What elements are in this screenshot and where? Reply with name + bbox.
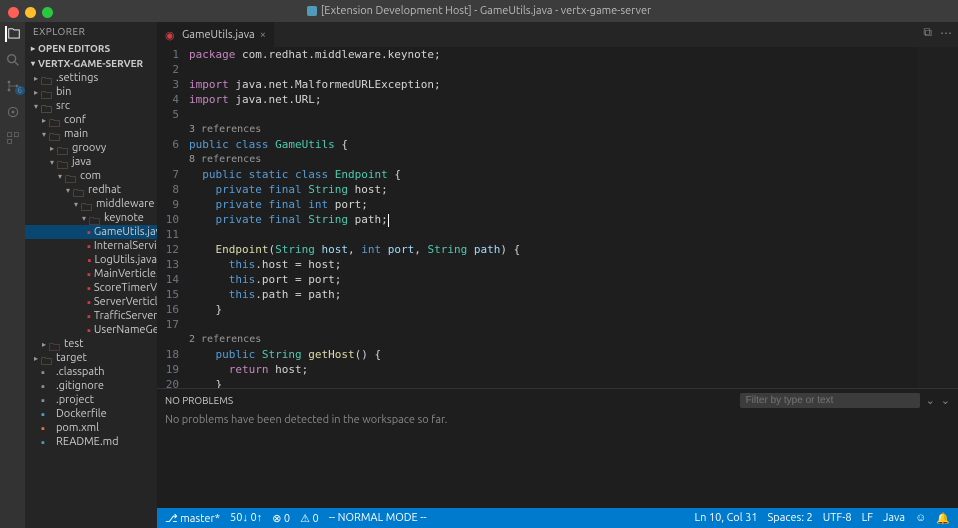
folder-redhat[interactable]: ▾🗀redhat (25, 183, 157, 197)
file-pom.xml[interactable]: ▪pom.xml (25, 421, 157, 435)
folder-test[interactable]: ▸🗀test (25, 337, 157, 351)
search-icon[interactable] (5, 52, 21, 68)
folder-src[interactable]: ▾🗀src (25, 99, 157, 113)
folder-.settings[interactable]: ▸🗀.settings (25, 71, 157, 85)
problems-panel: NO PROBLEMS ⌄ ⌄ No problems have been de… (157, 388, 958, 508)
sidebar-title: EXPLORER (25, 22, 157, 41)
activity-bar: 6 (0, 22, 25, 528)
status-warnings[interactable]: ⚠ 0 (300, 512, 319, 525)
java-file-icon: ◉ (165, 29, 177, 41)
status-bell-icon[interactable]: 🔔 (936, 512, 950, 525)
window-close[interactable] (8, 7, 19, 18)
scm-icon[interactable]: 6 (5, 78, 21, 94)
tab-gameutils[interactable]: ◉ GameUtils.java × (157, 22, 275, 47)
folder-com[interactable]: ▾🗀com (25, 169, 157, 183)
file-ScoreTimerVerticl...[interactable]: ▪ScoreTimerVerticl... (25, 281, 157, 295)
open-editors-section[interactable]: OPEN EDITORS (25, 41, 157, 56)
window-title: [Extension Development Host] - GameUtils… (321, 5, 651, 17)
collapse-icon[interactable]: ⌄ (926, 394, 935, 407)
folder-conf[interactable]: ▸🗀conf (25, 113, 157, 127)
file-InternalServiceVert...[interactable]: ▪InternalServiceVert... (25, 239, 157, 253)
tab-close-icon[interactable]: × (260, 29, 266, 41)
status-encoding[interactable]: UTF-8 (823, 512, 852, 524)
minimap[interactable] (918, 47, 958, 388)
file-TrafficServerVerti...[interactable]: ▪TrafficServerVerti... (25, 309, 157, 323)
file-ServerVerticle.java[interactable]: ▪ServerVerticle.java (25, 295, 157, 309)
file-MainVerticle.java[interactable]: ▪MainVerticle.java (25, 267, 157, 281)
split-editor-icon[interactable]: ⧉ (923, 26, 932, 40)
status-errors[interactable]: ⊗ 0 (272, 512, 290, 525)
project-section[interactable]: VERTX-GAME-SERVER (25, 56, 157, 71)
file-.classpath[interactable]: ▪.classpath (25, 365, 157, 379)
code-area[interactable]: package com.redhat.middleware.keynote;im… (185, 47, 958, 388)
status-spaces[interactable]: Spaces: 2 (768, 512, 813, 524)
status-eol[interactable]: LF (862, 512, 873, 524)
folder-groovy[interactable]: ▸🗀groovy (25, 141, 157, 155)
sidebar: EXPLORER OPEN EDITORS VERTX-GAME-SERVER … (25, 22, 157, 528)
problems-body: No problems have been detected in the wo… (165, 414, 950, 426)
status-sync[interactable]: 50↓ 0↑ (230, 512, 262, 524)
tab-label: GameUtils.java (182, 29, 255, 41)
folder-bin[interactable]: ▸🗀bin (25, 85, 157, 99)
status-language[interactable]: Java (883, 512, 905, 524)
editor-tabs: ◉ GameUtils.java × ⧉ ⋯ (157, 22, 958, 47)
file-Dockerfile[interactable]: ▪Dockerfile (25, 407, 157, 421)
folder-keynote[interactable]: ▾🗀keynote (25, 211, 157, 225)
file-README.md[interactable]: ▪README.md (25, 435, 157, 449)
window-minimize[interactable] (25, 7, 36, 18)
statusbar: ⎇ master* 50↓ 0↑ ⊗ 0 ⚠ 0 -- NORMAL MODE … (157, 508, 958, 528)
status-branch[interactable]: ⎇ master* (165, 512, 220, 525)
folder-middleware[interactable]: ▾🗀middleware (25, 197, 157, 211)
file-.project[interactable]: ▪.project (25, 393, 157, 407)
close-panel-icon[interactable]: ⌄ (941, 394, 950, 407)
problems-title: NO PROBLEMS (165, 395, 233, 406)
extensions-icon[interactable] (5, 130, 21, 146)
editor-body[interactable]: 1234567891011121314151617181920212223242… (157, 47, 958, 388)
folder-java[interactable]: ▾🗀java (25, 155, 157, 169)
folder-target[interactable]: ▸🗀target (25, 351, 157, 365)
status-mode: -- NORMAL MODE -- (329, 512, 427, 524)
problems-filter-input[interactable] (740, 393, 920, 408)
scm-badge: 6 (15, 86, 26, 95)
file-GameUtils.java[interactable]: ▪GameUtils.java (25, 225, 157, 239)
more-actions-icon[interactable]: ⋯ (940, 26, 952, 40)
status-position[interactable]: Ln 10, Col 31 (695, 512, 758, 524)
line-gutter: 1234567891011121314151617181920212223242… (157, 47, 185, 388)
title-file-icon (307, 6, 317, 16)
folder-main[interactable]: ▾🗀main (25, 127, 157, 141)
file-tree: ▸🗀.settings▸🗀bin▾🗀src▸🗀conf▾🗀main▸🗀groov… (25, 71, 157, 449)
debug-icon[interactable] (5, 104, 21, 120)
explorer-icon[interactable] (5, 26, 21, 42)
status-feedback[interactable]: ☺ (915, 512, 926, 524)
file-.gitignore[interactable]: ▪.gitignore (25, 379, 157, 393)
titlebar: [Extension Development Host] - GameUtils… (0, 0, 958, 22)
file-LogUtils.java[interactable]: ▪LogUtils.java (25, 253, 157, 267)
window-maximize[interactable] (42, 7, 53, 18)
file-UserNameGenerat...[interactable]: ▪UserNameGenerat... (25, 323, 157, 337)
